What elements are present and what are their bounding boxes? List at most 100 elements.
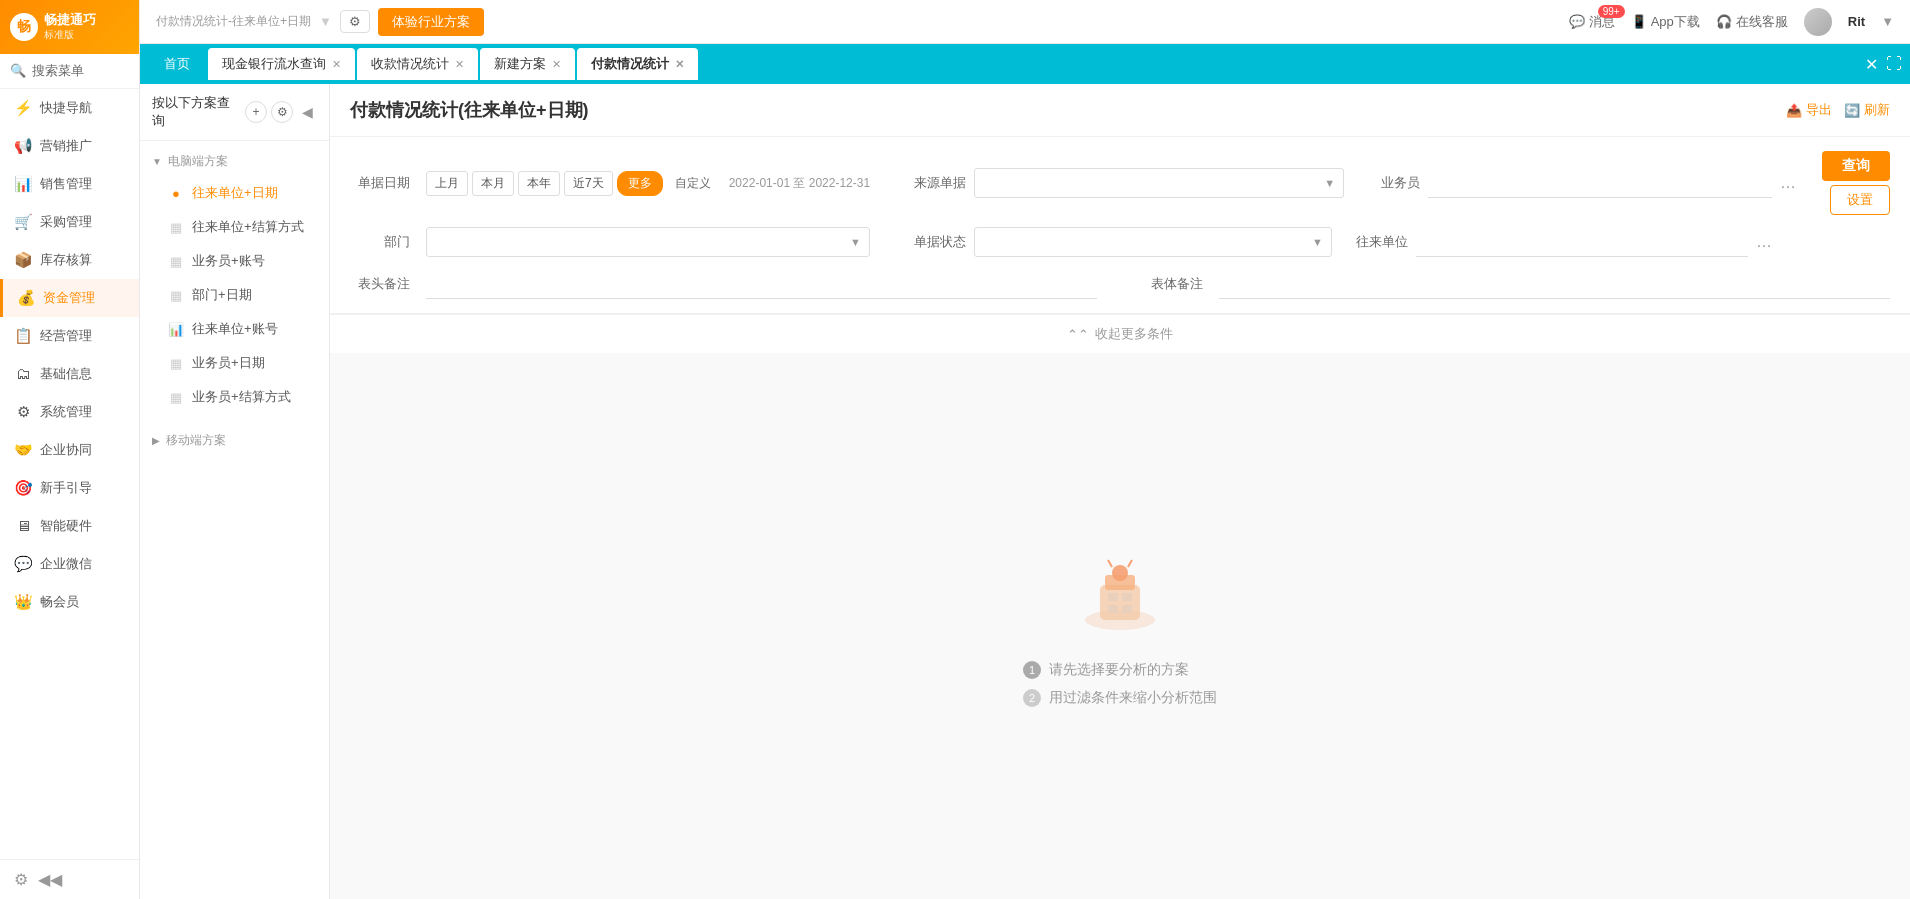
refresh-icon: 🔄 — [1844, 103, 1860, 118]
tab-home[interactable]: 首页 — [148, 44, 206, 84]
date-option-custom[interactable]: 自定义 — [667, 172, 719, 195]
scheme-add-button[interactable]: + — [245, 101, 267, 123]
more-conditions-label: 收起更多条件 — [1095, 325, 1173, 343]
partner-dots-icon[interactable]: … — [1756, 233, 1774, 251]
query-button[interactable]: 查询 — [1822, 151, 1890, 181]
more-conditions-button[interactable]: ⌃⌃ 收起更多条件 — [330, 314, 1910, 353]
sidebar-item-label: 新手引导 — [40, 479, 92, 497]
scheme-item-partner-settle-icon: ▦ — [168, 219, 184, 235]
basic-info-icon: 🗂 — [14, 365, 32, 383]
sidebar-item-quick-nav[interactable]: ⚡ 快捷导航 — [0, 89, 139, 127]
sidebar-item-sales[interactable]: 📊 销售管理 — [0, 165, 139, 203]
scheme-item-staff-settle[interactable]: ▦ 业务员+结算方式 — [140, 380, 329, 414]
svg-rect-8 — [1108, 605, 1118, 613]
tab-expand-button[interactable]: ⛶ — [1886, 55, 1902, 74]
tab-payment-stats[interactable]: 收款情况统计 ✕ — [357, 48, 478, 80]
scheme-item-partner-settle[interactable]: ▦ 往来单位+结算方式 — [140, 210, 329, 244]
refresh-button[interactable]: 🔄 刷新 — [1844, 101, 1890, 119]
tab-cashflow[interactable]: 现金银行流水查询 ✕ — [208, 48, 355, 80]
date-option-this-year[interactable]: 本年 — [518, 171, 560, 196]
sidebar-item-member[interactable]: 👑 畅会员 — [0, 583, 139, 621]
staff-input[interactable] — [1428, 168, 1772, 198]
online-service-item[interactable]: 🎧 在线客服 — [1716, 13, 1788, 31]
filter-settings-button[interactable]: 设置 — [1830, 185, 1890, 215]
member-icon: 👑 — [14, 593, 32, 611]
footer-collapse-icon[interactable]: ◀◀ — [38, 870, 62, 889]
app-download-label: App下载 — [1651, 13, 1700, 31]
sidebar-item-wechat[interactable]: 💬 企业微信 — [0, 545, 139, 583]
tab-close-all-button[interactable]: ✕ — [1865, 55, 1878, 74]
sidebar-item-operations[interactable]: 📋 经营管理 — [0, 317, 139, 355]
sidebar-item-hardware[interactable]: 🖥 智能硬件 — [0, 507, 139, 545]
scheme-item-partner-account[interactable]: 📊 往来单位+账号 — [140, 312, 329, 346]
user-avatar[interactable] — [1804, 8, 1832, 36]
app-download-item[interactable]: 📱 App下载 — [1631, 13, 1700, 31]
scheme-group-pc-title[interactable]: ▼ 电脑端方案 — [140, 147, 329, 176]
sidebar-item-inventory[interactable]: 📦 库存核算 — [0, 241, 139, 279]
staff-label: 业务员 — [1360, 174, 1420, 192]
tab-cashflow-close-icon[interactable]: ✕ — [332, 58, 341, 71]
date-option-this-month[interactable]: 本月 — [472, 171, 514, 196]
wechat-icon: 💬 — [14, 555, 32, 573]
date-option-last-7days[interactable]: 近7天 — [564, 171, 613, 196]
sidebar-nav: ⚡ 快捷导航 📢 营销推广 📊 销售管理 🛒 采购管理 📦 库存核算 💰 资金管… — [0, 89, 139, 859]
dept-select[interactable]: ▼ — [426, 227, 870, 257]
staff-dots-icon[interactable]: … — [1780, 174, 1798, 192]
partner-input[interactable] — [1416, 227, 1748, 257]
top-header: 付款情况统计-往来单位+日期 ▼ ⚙ 体验行业方案 💬 消息 99+ 📱 App… — [140, 0, 1910, 44]
sidebar-item-label: 企业微信 — [40, 555, 92, 573]
refresh-label: 刷新 — [1864, 101, 1890, 119]
source-select[interactable]: ▼ — [974, 168, 1344, 198]
system-icon: ⚙ — [14, 403, 32, 421]
tab-new-scheme-close-icon[interactable]: ✕ — [552, 58, 561, 71]
guide-icon: 🎯 — [14, 479, 32, 497]
svg-point-3 — [1112, 565, 1128, 581]
footer-settings-icon[interactable]: ⚙ — [14, 870, 28, 889]
sidebar-item-marketing[interactable]: 📢 营销推广 — [0, 127, 139, 165]
scheme-settings-button[interactable]: ⚙ — [271, 101, 293, 123]
filter-row-3: 表头备注 表体备注 — [350, 269, 1890, 299]
sidebar-item-label: 库存核算 — [40, 251, 92, 269]
scheme-item-partner-date[interactable]: ● 往来单位+日期 — [140, 176, 329, 210]
date-option-more[interactable]: 更多 — [617, 171, 663, 196]
tip-text-1: 请先选择要分析的方案 — [1049, 661, 1189, 679]
date-label: 单据日期 — [350, 174, 410, 192]
sidebar-item-enterprise[interactable]: 🤝 企业协同 — [0, 431, 139, 469]
tab-new-scheme[interactable]: 新建方案 ✕ — [480, 48, 575, 80]
tab-payment-stats-close-icon[interactable]: ✕ — [455, 58, 464, 71]
inventory-icon: 📦 — [14, 251, 32, 269]
note-body-label: 表体备注 — [1143, 275, 1203, 293]
scheme-collapse-button[interactable]: ◀ — [297, 102, 317, 122]
scheme-group-mobile-title[interactable]: ▶ 移动端方案 — [140, 426, 329, 455]
scheme-item-staff-date[interactable]: ▦ 业务员+日期 — [140, 346, 329, 380]
svg-line-5 — [1128, 560, 1132, 567]
top-settings-button[interactable]: ⚙ — [340, 10, 370, 33]
tab-pay-stats-close-icon[interactable]: ✕ — [675, 58, 684, 71]
scheme-item-staff-account[interactable]: ▦ 业务员+账号 — [140, 244, 329, 278]
tab-pay-stats[interactable]: 付款情况统计 ✕ — [577, 48, 698, 80]
tip-text-2: 用过滤条件来缩小分析范围 — [1049, 689, 1217, 707]
scheme-item-dept-date[interactable]: ▦ 部门+日期 — [140, 278, 329, 312]
sidebar-logo-sub: 标准版 — [44, 28, 96, 42]
note-header-input[interactable] — [426, 269, 1097, 299]
sidebar-item-basic-info[interactable]: 🗂 基础信息 — [0, 355, 139, 393]
scheme-group-pc-label: 电脑端方案 — [168, 153, 228, 170]
sidebar-item-purchase[interactable]: 🛒 采购管理 — [0, 203, 139, 241]
note-body-input[interactable] — [1219, 269, 1890, 299]
scheme-item-partner-date-label: 往来单位+日期 — [192, 184, 278, 202]
sidebar-item-guide[interactable]: 🎯 新手引导 — [0, 469, 139, 507]
date-option-last-month[interactable]: 上月 — [426, 171, 468, 196]
svg-rect-1 — [1100, 585, 1140, 620]
note-header-label: 表头备注 — [350, 275, 410, 293]
sidebar-item-finance[interactable]: 💰 资金管理 — [0, 279, 139, 317]
sidebar-item-label: 系统管理 — [40, 403, 92, 421]
notification-item[interactable]: 💬 消息 99+ — [1569, 13, 1615, 31]
scheme-item-staff-settle-label: 业务员+结算方式 — [192, 388, 291, 406]
sidebar-item-system[interactable]: ⚙ 系统管理 — [0, 393, 139, 431]
doc-status-select[interactable]: ▼ — [974, 227, 1332, 257]
experience-button[interactable]: 体验行业方案 — [378, 8, 484, 36]
scheme-item-dept-date-icon: ▦ — [168, 287, 184, 303]
sidebar-item-label: 快捷导航 — [40, 99, 92, 117]
sidebar-search[interactable]: 🔍 搜索菜单 — [0, 54, 139, 89]
export-button[interactable]: 📤 导出 — [1786, 101, 1832, 119]
